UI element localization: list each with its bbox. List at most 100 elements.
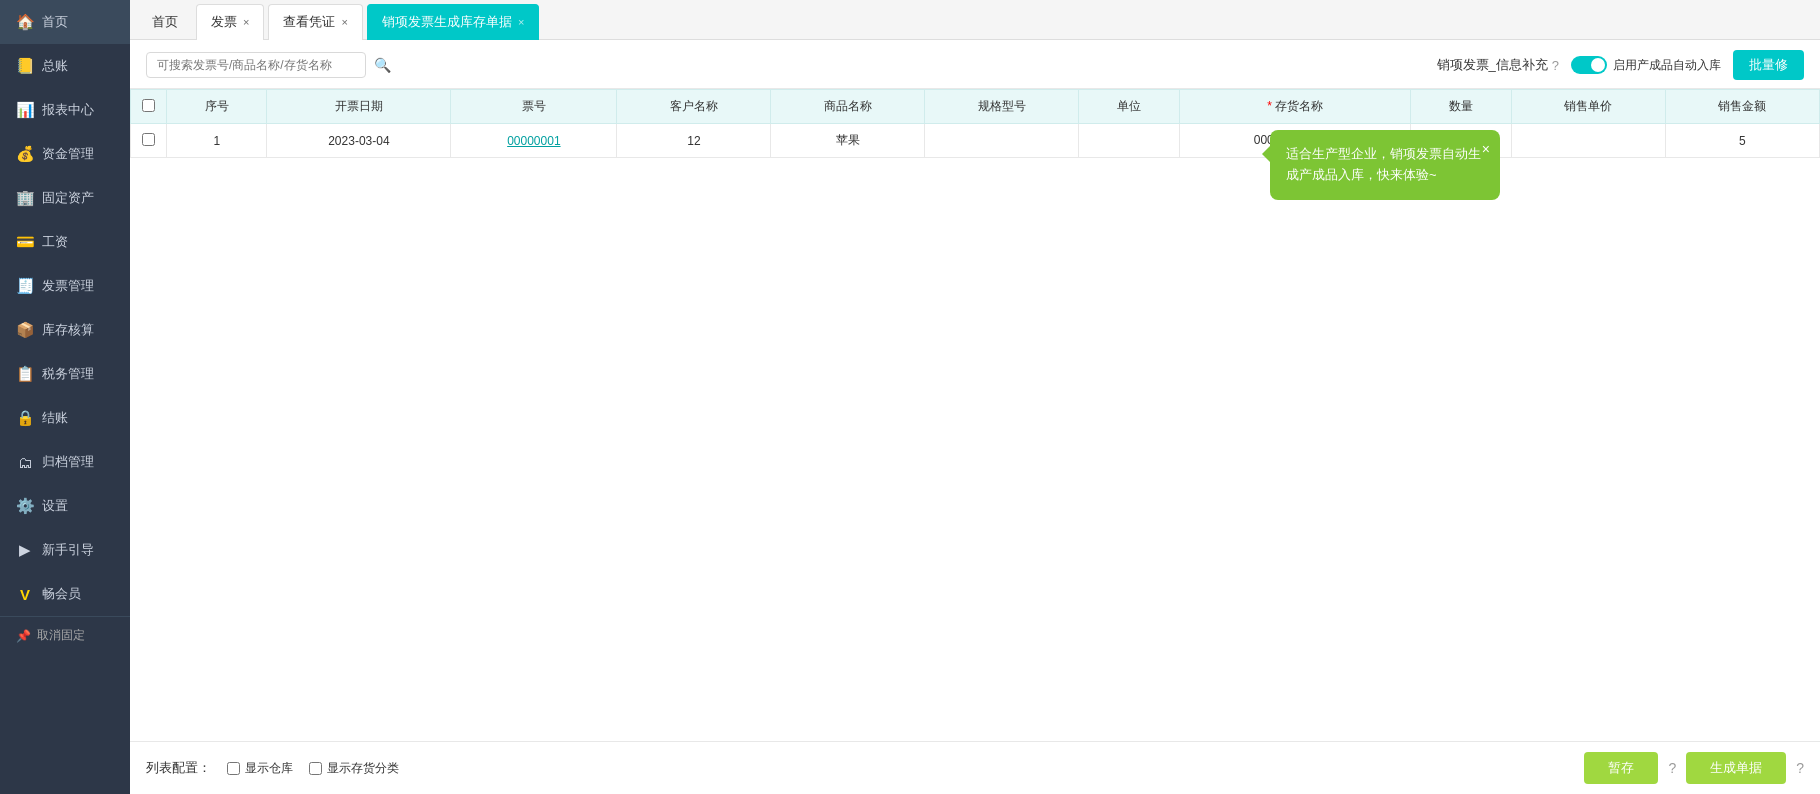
toggle-label: 启用产成品自动入库	[1613, 57, 1721, 74]
sidebar-label-guide: 新手引导	[42, 541, 94, 559]
archive-icon: 🗂	[16, 454, 34, 471]
row-product: 苹果	[771, 124, 925, 158]
col-header-unit: 单位	[1079, 90, 1179, 124]
sidebar-item-funds[interactable]: 💰 资金管理	[0, 132, 130, 176]
tab-bar: 首页 发票 × 查看凭证 × 销项发票生成库存单据 ×	[130, 0, 1820, 40]
tab-invoice-label: 发票	[211, 13, 237, 31]
sidebar-label-reports: 报表中心	[42, 101, 94, 119]
row-customer: 12	[617, 124, 771, 158]
tax-icon: 📋	[16, 365, 34, 383]
auto-warehouse-toggle[interactable]	[1571, 56, 1607, 74]
tab-home[interactable]: 首页	[138, 4, 192, 40]
sidebar-item-guide[interactable]: ▶ 新手引导	[0, 528, 130, 572]
show-warehouse-checkbox-label[interactable]: 显示仓库	[227, 760, 293, 777]
row-spec	[925, 124, 1079, 158]
sidebar-label-settings: 设置	[42, 497, 68, 515]
sidebar-pin-button[interactable]: 📌 取消固定	[0, 616, 130, 654]
toggle-container: 启用产成品自动入库	[1571, 56, 1721, 74]
sidebar-item-closing[interactable]: 🔒 结账	[0, 396, 130, 440]
sidebar-item-inventory[interactable]: 📦 库存核算	[0, 308, 130, 352]
sidebar-item-ledger[interactable]: 📒 总账	[0, 44, 130, 88]
sidebar-label-ledger: 总账	[42, 57, 68, 75]
sidebar-item-settings[interactable]: ⚙️ 设置	[0, 484, 130, 528]
sidebar-item-home[interactable]: 🏠 首页	[0, 0, 130, 44]
generate-help-icon[interactable]: ?	[1796, 760, 1804, 776]
save-help-icon[interactable]: ?	[1668, 760, 1676, 776]
row-price	[1511, 124, 1665, 158]
toolbar: 🔍 销项发票_信息补充 ? 启用产成品自动入库 批量修	[130, 40, 1820, 89]
col-header-price: 销售单价	[1511, 90, 1665, 124]
search-input[interactable]	[146, 52, 366, 78]
invoice-icon: 🧾	[16, 277, 34, 295]
sidebar-item-assets[interactable]: 🏢 固定资产	[0, 176, 130, 220]
tooltip-popup: × 适合生产型企业，销项发票自动生成产成品入库，快来体验~	[1270, 130, 1500, 200]
info-label: 销项发票_信息补充 ?	[1437, 56, 1559, 74]
search-icon[interactable]: 🔍	[374, 57, 391, 73]
sidebar-pin-label: 取消固定	[37, 627, 85, 644]
sidebar-label-invoice: 发票管理	[42, 277, 94, 295]
wages-icon: 💳	[16, 233, 34, 251]
page-body: 🔍 销项发票_信息补充 ? 启用产成品自动入库 批量修	[130, 40, 1820, 794]
sidebar-item-archive[interactable]: 🗂 归档管理	[0, 440, 130, 484]
sidebar-label-tax: 税务管理	[42, 365, 94, 383]
data-table: 序号 开票日期 票号 客户名称 商品名称 规格型号 单位 * 存货名称 数量 销…	[130, 89, 1820, 158]
row-ticket-no[interactable]: 00000001	[451, 124, 617, 158]
required-star: *	[1267, 99, 1275, 113]
sidebar-item-wages[interactable]: 💳 工资	[0, 220, 130, 264]
tooltip-close-button[interactable]: ×	[1482, 138, 1490, 160]
col-header-customer: 客户名称	[617, 90, 771, 124]
col-header-quantity: 数量	[1411, 90, 1511, 124]
list-config-label: 列表配置：	[146, 759, 211, 777]
tab-home-label: 首页	[152, 13, 178, 31]
show-stock-category-checkbox[interactable]	[309, 762, 322, 775]
funds-icon: 💰	[16, 145, 34, 163]
generate-button[interactable]: 生成单据	[1686, 752, 1786, 784]
tab-stock-entry[interactable]: 销项发票生成库存单据 ×	[367, 4, 539, 40]
guide-icon: ▶	[16, 541, 34, 559]
bottom-right: 暂存 ? 生成单据 ?	[1584, 752, 1804, 784]
pin-icon: 📌	[16, 629, 31, 643]
tab-voucher-close[interactable]: ×	[341, 16, 347, 28]
settings-icon: ⚙️	[16, 497, 34, 515]
sidebar-label-assets: 固定资产	[42, 189, 94, 207]
sidebar-label-archive: 归档管理	[42, 453, 94, 471]
tab-invoice-close[interactable]: ×	[243, 16, 249, 28]
tab-voucher-label: 查看凭证	[283, 13, 335, 31]
table-header-row: 序号 开票日期 票号 客户名称 商品名称 规格型号 单位 * 存货名称 数量 销…	[131, 90, 1820, 124]
save-button[interactable]: 暂存	[1584, 752, 1658, 784]
sidebar-label-vip: 畅会员	[42, 585, 81, 603]
sidebar-item-tax[interactable]: 📋 税务管理	[0, 352, 130, 396]
search-area: 🔍	[146, 52, 391, 78]
col-header-product: 商品名称	[771, 90, 925, 124]
main-content: 首页 发票 × 查看凭证 × 销项发票生成库存单据 × 🔍 销项发票_信息补充	[130, 0, 1820, 794]
vip-icon: V	[16, 586, 34, 603]
col-header-ticket-no: 票号	[451, 90, 617, 124]
sidebar-item-vip[interactable]: V 畅会员	[0, 572, 130, 616]
tab-voucher[interactable]: 查看凭证 ×	[268, 4, 362, 40]
row-seq: 1	[167, 124, 267, 158]
batch-button[interactable]: 批量修	[1733, 50, 1804, 80]
table-container: 序号 开票日期 票号 客户名称 商品名称 规格型号 单位 * 存货名称 数量 销…	[130, 89, 1820, 741]
info-help-icon[interactable]: ?	[1552, 58, 1559, 73]
tab-stock-entry-label: 销项发票生成库存单据	[382, 13, 512, 31]
row-checkbox[interactable]	[142, 133, 155, 146]
sidebar-item-invoice[interactable]: 🧾 发票管理	[0, 264, 130, 308]
col-header-stock-name: * 存货名称	[1179, 90, 1411, 124]
sidebar-item-reports[interactable]: 📊 报表中心	[0, 88, 130, 132]
reports-icon: 📊	[16, 101, 34, 119]
toolbar-right: 销项发票_信息补充 ? 启用产成品自动入库 批量修	[1437, 50, 1804, 80]
col-header-spec: 规格型号	[925, 90, 1079, 124]
show-warehouse-label: 显示仓库	[245, 760, 293, 777]
ledger-icon: 📒	[16, 57, 34, 75]
sidebar-label-inventory: 库存核算	[42, 321, 94, 339]
bottom-bar: 列表配置： 显示仓库 显示存货分类 暂存 ? 生成单据 ?	[130, 741, 1820, 794]
col-header-checkbox	[131, 90, 167, 124]
tab-invoice[interactable]: 发票 ×	[196, 4, 264, 40]
select-all-checkbox[interactable]	[142, 99, 155, 112]
row-amount: 5	[1665, 124, 1819, 158]
show-warehouse-checkbox[interactable]	[227, 762, 240, 775]
row-unit	[1079, 124, 1179, 158]
home-icon: 🏠	[16, 13, 34, 31]
tab-stock-entry-close[interactable]: ×	[518, 16, 524, 28]
show-stock-category-checkbox-label[interactable]: 显示存货分类	[309, 760, 399, 777]
